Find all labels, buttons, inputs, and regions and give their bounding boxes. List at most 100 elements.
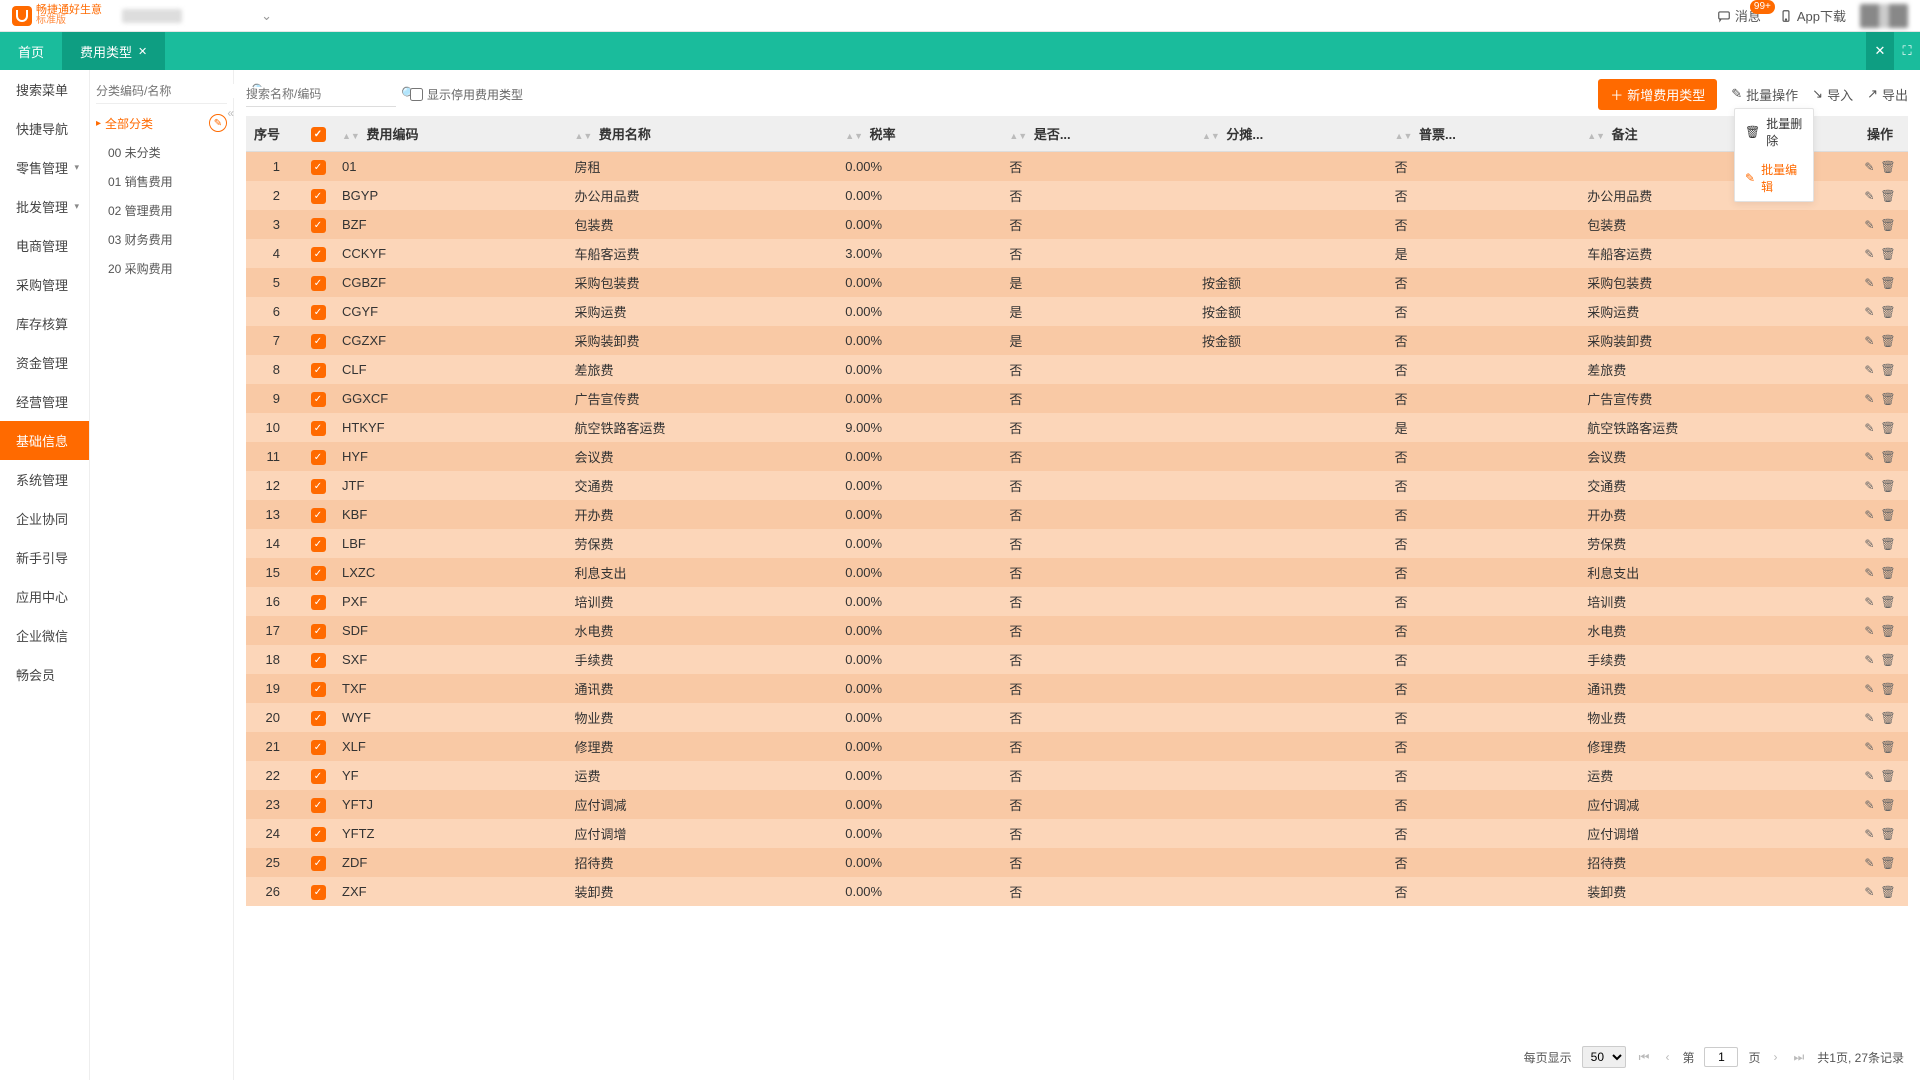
sidebar-item-12[interactable]: 新手引导 (0, 538, 89, 577)
edit-row-icon[interactable]: ✎ (1864, 508, 1874, 522)
delete-row-icon[interactable]: 🗑 (1880, 305, 1895, 319)
close-all-tabs[interactable]: ✕ (1866, 32, 1894, 70)
row-checkbox[interactable]: ✓ (311, 363, 326, 378)
prev-page-button[interactable]: ‹ (1662, 1050, 1672, 1064)
page-input[interactable] (1704, 1047, 1738, 1067)
delete-row-icon[interactable]: 🗑 (1880, 537, 1895, 551)
table-row[interactable]: 11✓HYF会议费0.00%否否会议费✎🗑 (246, 442, 1908, 471)
table-row[interactable]: 4✓CCKYF车船客运费3.00%否是车船客运费✎🗑 (246, 239, 1908, 268)
delete-row-icon[interactable]: 🗑 (1880, 653, 1895, 667)
row-checkbox[interactable]: ✓ (311, 537, 326, 552)
delete-row-icon[interactable]: 🗑 (1880, 247, 1895, 261)
edit-row-icon[interactable]: ✎ (1864, 711, 1874, 725)
col-5[interactable]: ▲▼ 是否... (1003, 116, 1196, 152)
edit-row-icon[interactable]: ✎ (1864, 537, 1874, 551)
sidebar-item-14[interactable]: 企业微信 (0, 616, 89, 655)
delete-row-icon[interactable]: 🗑 (1880, 711, 1895, 725)
delete-row-icon[interactable]: 🗑 (1880, 160, 1895, 174)
row-checkbox[interactable]: ✓ (311, 827, 326, 842)
edit-row-icon[interactable]: ✎ (1864, 856, 1874, 870)
delete-row-icon[interactable]: 🗑 (1880, 276, 1895, 290)
edit-row-icon[interactable]: ✎ (1864, 392, 1874, 406)
tree-root[interactable]: ▸ 全部分类 ✎ (96, 112, 227, 138)
sort-icon[interactable]: ▲▼ (845, 134, 863, 139)
edit-row-icon[interactable]: ✎ (1864, 566, 1874, 580)
sort-icon[interactable]: ▲▼ (1587, 134, 1605, 139)
tree-node-4[interactable]: 20 采购费用 (96, 254, 227, 283)
table-row[interactable]: 12✓JTF交通费0.00%否否交通费✎🗑 (246, 471, 1908, 500)
col-7[interactable]: ▲▼ 普票... (1389, 116, 1582, 152)
table-row[interactable]: 5✓CGBZF采购包装费0.00%是按金额否采购包装费✎🗑 (246, 268, 1908, 297)
table-row[interactable]: 14✓LBF劳保费0.00%否否劳保费✎🗑 (246, 529, 1908, 558)
row-checkbox[interactable]: ✓ (311, 218, 326, 233)
delete-row-icon[interactable]: 🗑 (1880, 479, 1895, 493)
table-row[interactable]: 23✓YFTJ应付调减0.00%否否应付调减✎🗑 (246, 790, 1908, 819)
row-checkbox[interactable]: ✓ (311, 711, 326, 726)
sidebar-item-1[interactable]: 快捷导航 (0, 109, 89, 148)
delete-row-icon[interactable]: 🗑 (1880, 798, 1895, 812)
table-row[interactable]: 26✓ZXF装卸费0.00%否否装卸费✎🗑 (246, 877, 1908, 906)
sidebar-item-9[interactable]: 基础信息 (0, 421, 89, 460)
delete-row-icon[interactable]: 🗑 (1880, 856, 1895, 870)
delete-row-icon[interactable]: 🗑 (1880, 566, 1895, 580)
edit-row-icon[interactable]: ✎ (1864, 363, 1874, 377)
delete-row-icon[interactable]: 🗑 (1880, 595, 1895, 609)
tree-node-3[interactable]: 03 财务费用 (96, 225, 227, 254)
table-row[interactable]: 21✓XLF修理费0.00%否否修理费✎🗑 (246, 732, 1908, 761)
row-checkbox[interactable]: ✓ (311, 450, 326, 465)
last-page-button[interactable]: ⏭ (1790, 1050, 1807, 1065)
tab-home[interactable]: 首页 (0, 32, 62, 70)
sidebar-item-0[interactable]: 搜索菜单 (0, 70, 89, 109)
batch-button[interactable]: ✎批量操作 (1731, 85, 1798, 104)
delete-row-icon[interactable]: 🗑 (1880, 508, 1895, 522)
table-row[interactable]: 18✓SXF手续费0.00%否否手续费✎🗑 (246, 645, 1908, 674)
edit-row-icon[interactable]: ✎ (1864, 189, 1874, 203)
tab-expense-type[interactable]: 费用类型 ✕ (62, 32, 165, 70)
delete-row-icon[interactable]: 🗑 (1880, 363, 1895, 377)
batch-delete-item[interactable]: 🗑批量删除 (1735, 109, 1813, 155)
col-9[interactable]: 操作 (1852, 116, 1908, 152)
edit-row-icon[interactable]: ✎ (1864, 624, 1874, 638)
sort-icon[interactable]: ▲▼ (1202, 134, 1220, 139)
delete-row-icon[interactable]: 🗑 (1880, 769, 1895, 783)
sidebar-item-15[interactable]: 畅会员 (0, 655, 89, 694)
delete-row-icon[interactable]: 🗑 (1880, 421, 1895, 435)
edit-row-icon[interactable]: ✎ (1864, 218, 1874, 232)
col-4[interactable]: ▲▼ 税率 (839, 116, 1003, 152)
row-checkbox[interactable]: ✓ (311, 885, 326, 900)
edit-row-icon[interactable]: ✎ (1864, 305, 1874, 319)
row-checkbox[interactable]: ✓ (311, 247, 326, 262)
org-switcher[interactable]: ⌄ (122, 5, 272, 27)
edit-row-icon[interactable]: ✎ (1864, 798, 1874, 812)
delete-row-icon[interactable]: 🗑 (1880, 189, 1895, 203)
table-row[interactable]: 6✓CGYF采购运费0.00%是按金额否采购运费✎🗑 (246, 297, 1908, 326)
sort-icon[interactable]: ▲▼ (574, 134, 592, 139)
edit-row-icon[interactable]: ✎ (1864, 334, 1874, 348)
edit-row-icon[interactable]: ✎ (1864, 885, 1874, 899)
app-download-link[interactable]: App下载 (1779, 6, 1846, 25)
delete-row-icon[interactable]: 🗑 (1880, 827, 1895, 841)
table-row[interactable]: 20✓WYF物业费0.00%否否物业费✎🗑 (246, 703, 1908, 732)
row-checkbox[interactable]: ✓ (311, 769, 326, 784)
sidebar-item-7[interactable]: 资金管理 (0, 343, 89, 382)
batch-edit-item[interactable]: ✎批量编辑 (1735, 155, 1813, 201)
delete-row-icon[interactable]: 🗑 (1880, 740, 1895, 754)
tree-node-0[interactable]: 00 未分类 (96, 138, 227, 167)
sort-icon[interactable]: ▲▼ (1395, 134, 1413, 139)
col-2[interactable]: ▲▼ 费用编码 (336, 116, 568, 152)
delete-row-icon[interactable]: 🗑 (1880, 624, 1895, 638)
col-0[interactable]: 序号 (246, 116, 300, 152)
sidebar-item-4[interactable]: 电商管理 (0, 226, 89, 265)
table-row[interactable]: 15✓LXZC利息支出0.00%否否利息支出✎🗑 (246, 558, 1908, 587)
edit-row-icon[interactable]: ✎ (1864, 827, 1874, 841)
sort-icon[interactable]: ▲▼ (342, 134, 360, 139)
edit-row-icon[interactable]: ✎ (1864, 276, 1874, 290)
close-icon[interactable]: ✕ (138, 45, 147, 58)
col-6[interactable]: ▲▼ 分摊... (1196, 116, 1389, 152)
avatar[interactable] (1860, 4, 1908, 28)
fullscreen-toggle[interactable]: ⛶ (1894, 32, 1920, 70)
row-checkbox[interactable]: ✓ (311, 421, 326, 436)
row-checkbox[interactable]: ✓ (311, 276, 326, 291)
row-checkbox[interactable]: ✓ (311, 160, 326, 175)
table-row[interactable]: 3✓BZF包装费0.00%否否包装费✎🗑 (246, 210, 1908, 239)
